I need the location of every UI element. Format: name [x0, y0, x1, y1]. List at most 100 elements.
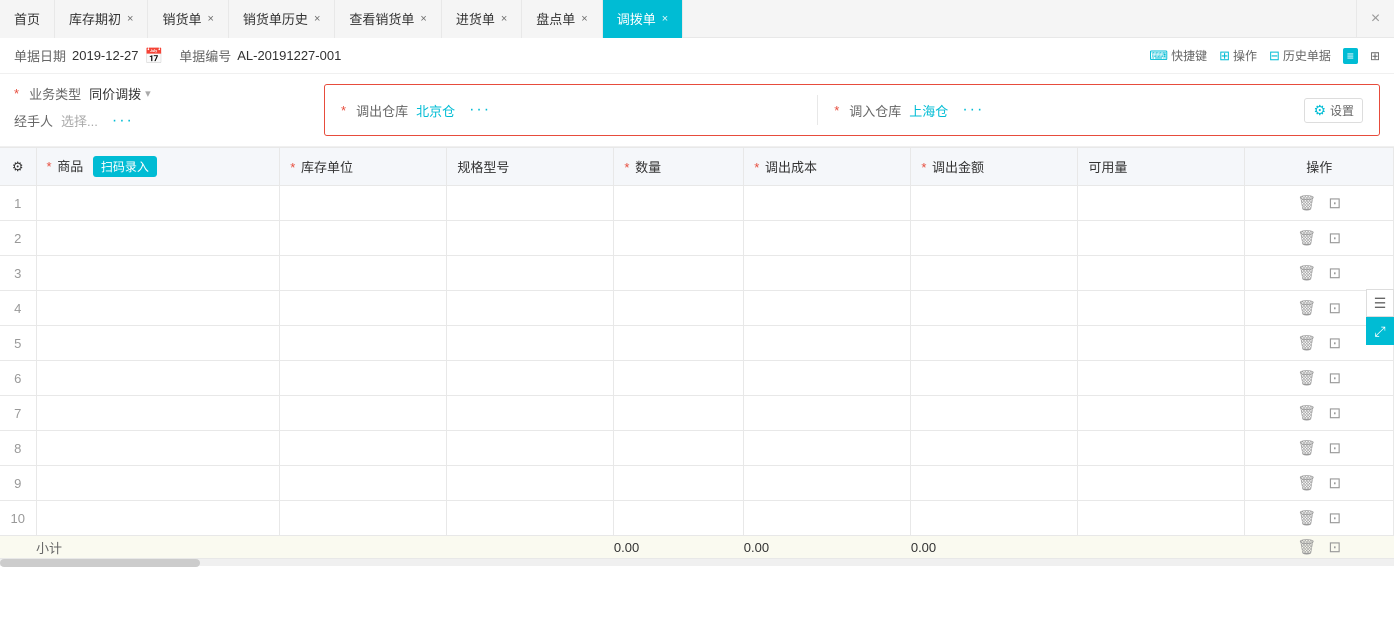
cell-amount-6[interactable]: [911, 361, 1078, 396]
cell-unit-9[interactable]: [280, 466, 447, 501]
tab-sales-history[interactable]: 销货单历史 ×: [229, 0, 335, 38]
copy-btn-10[interactable]: ⊡: [1326, 507, 1343, 529]
cell-product-9[interactable]: [36, 466, 280, 501]
transfer-in-more-btn[interactable]: ···: [962, 101, 984, 119]
copy-btn-7[interactable]: ⊡: [1326, 402, 1343, 424]
delete-btn-2[interactable]: 🗑: [1295, 227, 1318, 249]
scrollbar-thumb[interactable]: [0, 559, 200, 567]
cell-product-3[interactable]: [36, 256, 280, 291]
shortcuts-button[interactable]: ⌨ 快捷键: [1149, 47, 1207, 64]
copy-btn-5[interactable]: ⊡: [1326, 332, 1343, 354]
date-value[interactable]: 2019-12-27: [72, 48, 139, 63]
cell-spec-7[interactable]: [447, 396, 614, 431]
cell-cost-8[interactable]: [744, 431, 911, 466]
cell-amount-9[interactable]: [911, 466, 1078, 501]
cell-cost-7[interactable]: [744, 396, 911, 431]
delete-btn-5[interactable]: 🗑: [1295, 332, 1318, 354]
cell-avail-2[interactable]: [1078, 221, 1245, 256]
window-close-button[interactable]: ×: [1356, 0, 1394, 38]
delete-btn-1[interactable]: 🗑: [1295, 192, 1318, 214]
cell-amount-5[interactable]: [911, 326, 1078, 361]
cell-spec-6[interactable]: [447, 361, 614, 396]
cell-spec-5[interactable]: [447, 326, 614, 361]
cell-qty-3[interactable]: [614, 256, 744, 291]
cell-avail-5[interactable]: [1078, 326, 1245, 361]
subtotal-delete-icon[interactable]: 🗑: [1295, 536, 1318, 558]
delete-btn-4[interactable]: 🗑: [1295, 297, 1318, 319]
cell-product-4[interactable]: [36, 291, 280, 326]
cell-product-7[interactable]: [36, 396, 280, 431]
cell-unit-7[interactable]: [280, 396, 447, 431]
cell-unit-5[interactable]: [280, 326, 447, 361]
cell-spec-2[interactable]: [447, 221, 614, 256]
tab-transfer-close[interactable]: ×: [662, 13, 668, 25]
cell-qty-1[interactable]: [614, 186, 744, 221]
delete-btn-3[interactable]: 🗑: [1295, 262, 1318, 284]
cell-spec-3[interactable]: [447, 256, 614, 291]
cell-qty-4[interactable]: [614, 291, 744, 326]
tab-stocktake-close[interactable]: ×: [581, 13, 587, 25]
delete-btn-8[interactable]: 🗑: [1295, 437, 1318, 459]
cell-avail-8[interactable]: [1078, 431, 1245, 466]
tab-stocktake[interactable]: 盘点单 ×: [522, 0, 602, 38]
cell-product-8[interactable]: [36, 431, 280, 466]
tab-purchase-close[interactable]: ×: [501, 13, 507, 25]
tab-transfer[interactable]: 调拨单 ×: [603, 0, 683, 38]
cell-amount-3[interactable]: [911, 256, 1078, 291]
tab-sales-order-close[interactable]: ×: [207, 13, 213, 25]
handler-select[interactable]: 选择...: [61, 111, 98, 130]
cell-amount-8[interactable]: [911, 431, 1078, 466]
delete-btn-6[interactable]: 🗑: [1295, 367, 1318, 389]
grid-view-button1[interactable]: ≡: [1343, 48, 1358, 64]
tab-view-sales[interactable]: 查看销货单 ×: [335, 0, 441, 38]
cell-unit-8[interactable]: [280, 431, 447, 466]
operations-button[interactable]: ⊞ 操作: [1219, 47, 1257, 64]
cell-product-5[interactable]: [36, 326, 280, 361]
cell-cost-4[interactable]: [744, 291, 911, 326]
cell-unit-1[interactable]: [280, 186, 447, 221]
cell-product-1[interactable]: [36, 186, 280, 221]
calendar-icon[interactable]: 📅: [145, 47, 164, 65]
cell-cost-3[interactable]: [744, 256, 911, 291]
settings-button[interactable]: ⚙ 设置: [1304, 98, 1363, 123]
handler-more-btn[interactable]: ···: [112, 112, 134, 130]
cell-cost-2[interactable]: [744, 221, 911, 256]
cell-cost-9[interactable]: [744, 466, 911, 501]
delete-btn-10[interactable]: 🗑: [1295, 507, 1318, 529]
transfer-in-value[interactable]: 上海仓: [909, 101, 948, 120]
tab-purchase[interactable]: 进货单 ×: [442, 0, 522, 38]
float-list-button[interactable]: ☰: [1366, 289, 1394, 317]
transfer-out-value[interactable]: 北京仓: [416, 101, 455, 120]
cell-avail-9[interactable]: [1078, 466, 1245, 501]
cell-spec-4[interactable]: [447, 291, 614, 326]
cell-amount-1[interactable]: [911, 186, 1078, 221]
business-type-select[interactable]: 同价调拨 ▾: [89, 84, 151, 103]
cell-unit-4[interactable]: [280, 291, 447, 326]
cell-qty-10[interactable]: [614, 501, 744, 536]
tab-inventory-init[interactable]: 库存期初 ×: [55, 0, 148, 38]
delete-btn-9[interactable]: 🗑: [1295, 472, 1318, 494]
cell-cost-1[interactable]: [744, 186, 911, 221]
transfer-out-more-btn[interactable]: ···: [469, 101, 491, 119]
subtotal-copy-icon[interactable]: ⊡: [1326, 536, 1343, 558]
cell-avail-4[interactable]: [1078, 291, 1245, 326]
copy-btn-8[interactable]: ⊡: [1326, 437, 1343, 459]
cell-amount-2[interactable]: [911, 221, 1078, 256]
cell-cost-10[interactable]: [744, 501, 911, 536]
cell-unit-2[interactable]: [280, 221, 447, 256]
copy-btn-1[interactable]: ⊡: [1326, 192, 1343, 214]
cell-avail-6[interactable]: [1078, 361, 1245, 396]
float-expand-button[interactable]: ⤢: [1366, 317, 1394, 345]
cell-unit-10[interactable]: [280, 501, 447, 536]
tab-view-sales-close[interactable]: ×: [420, 13, 426, 25]
tab-inventory-init-close[interactable]: ×: [127, 13, 133, 25]
cell-avail-3[interactable]: [1078, 256, 1245, 291]
cell-spec-8[interactable]: [447, 431, 614, 466]
table-gear-icon[interactable]: ⚙: [12, 159, 24, 175]
cell-unit-6[interactable]: [280, 361, 447, 396]
tab-sales-order[interactable]: 销货单 ×: [148, 0, 228, 38]
horizontal-scrollbar[interactable]: [0, 558, 1394, 566]
cell-qty-8[interactable]: [614, 431, 744, 466]
tab-sales-history-close[interactable]: ×: [314, 13, 320, 25]
grid-view-button2[interactable]: ⊞: [1370, 49, 1380, 63]
